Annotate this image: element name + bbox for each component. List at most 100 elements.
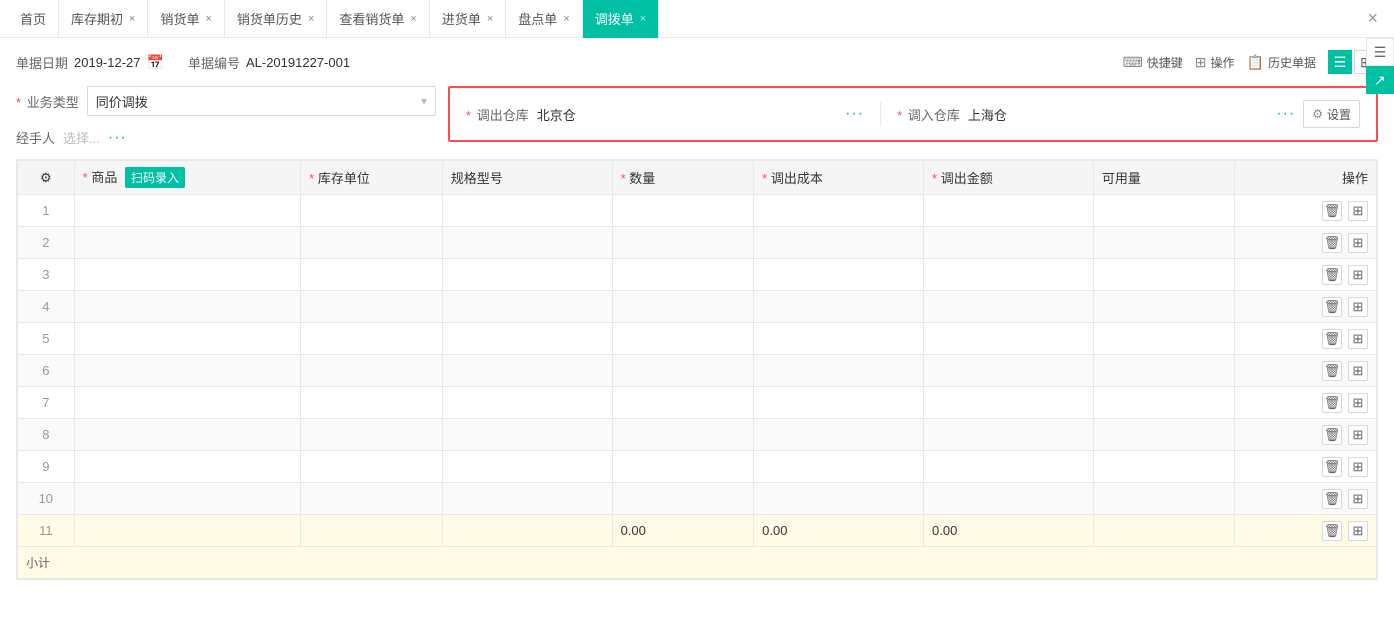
row-spec-cell[interactable]	[442, 291, 612, 323]
row-unit-cell[interactable]	[301, 291, 443, 323]
row-cost-cell[interactable]	[754, 419, 924, 451]
row-qty-cell[interactable]	[612, 483, 754, 515]
tab-inventory-close[interactable]: ×	[563, 13, 569, 25]
row-copy-icon[interactable]: ⊞	[1348, 425, 1368, 445]
global-close-button[interactable]: ×	[1359, 8, 1386, 29]
row-amount-cell[interactable]	[924, 291, 1094, 323]
row-qty-cell[interactable]	[612, 195, 754, 227]
tab-inventory[interactable]: 盘点单 ×	[506, 0, 582, 38]
row-spec-cell[interactable]	[442, 483, 612, 515]
row-product-cell[interactable]	[74, 195, 301, 227]
row-delete-icon[interactable]: 🗑	[1322, 201, 1342, 221]
row-delete-icon[interactable]: 🗑	[1322, 489, 1342, 509]
tab-stock-init[interactable]: 库存期初 ×	[59, 0, 148, 38]
row-qty-cell[interactable]	[612, 419, 754, 451]
row-amount-cell[interactable]	[924, 259, 1094, 291]
tab-transfer[interactable]: 调拨单 ×	[583, 0, 659, 38]
row-copy-icon[interactable]: ⊞	[1348, 233, 1368, 253]
row-copy-icon[interactable]: ⊞	[1348, 201, 1368, 221]
row-copy-icon[interactable]: ⊞	[1348, 297, 1368, 317]
shortcut-button[interactable]: ⌨ 快捷键	[1123, 54, 1183, 71]
row-delete-icon[interactable]: 🗑	[1322, 265, 1342, 285]
row-amount-cell[interactable]	[924, 483, 1094, 515]
row-copy-icon[interactable]: ⊞	[1348, 489, 1368, 509]
row-delete-icon[interactable]: 🗑	[1322, 233, 1342, 253]
row-cost-cell[interactable]	[754, 355, 924, 387]
row-copy-icon[interactable]: ⊞	[1348, 457, 1368, 477]
tab-purchase-close[interactable]: ×	[487, 13, 493, 25]
row-unit-cell[interactable]	[301, 259, 443, 291]
row-unit-cell[interactable]	[301, 323, 443, 355]
row-delete-icon[interactable]: 🗑	[1322, 361, 1342, 381]
row-spec-cell[interactable]	[442, 451, 612, 483]
row-unit-cell[interactable]	[301, 387, 443, 419]
tab-view-sales[interactable]: 查看销货单 ×	[327, 0, 429, 38]
row-product-cell[interactable]	[74, 227, 301, 259]
row-cost-cell[interactable]	[754, 227, 924, 259]
row-copy-icon[interactable]: ⊞	[1348, 265, 1368, 285]
row-unit-cell[interactable]	[301, 419, 443, 451]
row-product-cell[interactable]	[74, 387, 301, 419]
row-spec-cell[interactable]	[442, 419, 612, 451]
row-cost-cell[interactable]	[754, 323, 924, 355]
row-cost-cell[interactable]	[754, 291, 924, 323]
business-type-select[interactable]: 同价调拨 ▾	[87, 86, 436, 116]
row-qty-cell[interactable]	[612, 291, 754, 323]
row-cost-cell[interactable]	[754, 195, 924, 227]
col-gear[interactable]: ⚙	[18, 161, 75, 195]
warehouse-out-more-button[interactable]: ···	[845, 105, 864, 123]
row-cost-cell[interactable]	[754, 387, 924, 419]
row-qty-cell[interactable]	[612, 227, 754, 259]
row-unit-cell[interactable]	[301, 195, 443, 227]
row-delete-icon[interactable]: 🗑	[1322, 425, 1342, 445]
row-delete-icon[interactable]: 🗑	[1322, 457, 1342, 477]
row-spec-cell[interactable]	[442, 195, 612, 227]
warehouse-in-more-button[interactable]: ···	[1276, 105, 1295, 123]
tab-sales-history-close[interactable]: ×	[308, 13, 314, 25]
tab-home[interactable]: 首页	[8, 0, 59, 38]
row-delete-icon[interactable]: 🗑	[1322, 329, 1342, 349]
row-product-cell[interactable]	[74, 259, 301, 291]
row-delete-icon[interactable]: 🗑	[1322, 297, 1342, 317]
row-qty-cell[interactable]	[612, 387, 754, 419]
row-cost-cell[interactable]	[754, 451, 924, 483]
tab-sales-order-close[interactable]: ×	[205, 13, 211, 25]
row-product-cell[interactable]	[74, 451, 301, 483]
tab-purchase[interactable]: 进货单 ×	[430, 0, 506, 38]
row-unit-cell[interactable]	[301, 355, 443, 387]
operations-button[interactable]: ⊞ 操作	[1195, 54, 1235, 71]
row-amount-cell[interactable]	[924, 355, 1094, 387]
tab-stock-init-close[interactable]: ×	[129, 13, 135, 25]
row-product-cell[interactable]	[74, 355, 301, 387]
row-qty-cell[interactable]	[612, 355, 754, 387]
row-delete-icon[interactable]: 🗑	[1322, 521, 1342, 541]
row-product-cell[interactable]	[74, 483, 301, 515]
row-amount-cell[interactable]	[924, 451, 1094, 483]
row-spec-cell[interactable]	[442, 387, 612, 419]
tab-view-sales-close[interactable]: ×	[410, 13, 416, 25]
row-unit-cell[interactable]	[301, 227, 443, 259]
row-spec-cell[interactable]	[442, 227, 612, 259]
calendar-icon[interactable]: 📅	[147, 54, 164, 71]
row-delete-icon[interactable]: 🗑	[1322, 393, 1342, 413]
row-cost-cell[interactable]	[754, 483, 924, 515]
row-spec-cell[interactable]	[442, 355, 612, 387]
history-button[interactable]: 📋 历史单据	[1247, 54, 1316, 71]
row-amount-cell[interactable]	[924, 419, 1094, 451]
handler-placeholder[interactable]: 选择...	[63, 128, 100, 147]
row-cost-cell[interactable]	[754, 259, 924, 291]
settings-button[interactable]: ⚙ 设置	[1303, 100, 1360, 128]
row-product-cell[interactable]	[74, 291, 301, 323]
row-product-cell[interactable]	[74, 323, 301, 355]
row-unit-cell[interactable]	[301, 451, 443, 483]
row-amount-cell[interactable]	[924, 195, 1094, 227]
row-qty-cell[interactable]	[612, 323, 754, 355]
row-spec-cell[interactable]	[442, 323, 612, 355]
row-amount-cell[interactable]	[924, 323, 1094, 355]
row-copy-icon[interactable]: ⊞	[1348, 329, 1368, 349]
row-qty-cell[interactable]	[612, 451, 754, 483]
side-list-button[interactable]: ☰	[1366, 38, 1394, 66]
row-qty-cell[interactable]	[612, 259, 754, 291]
scan-button[interactable]: 扫码录入	[125, 167, 185, 188]
handler-more-button[interactable]: ···	[108, 129, 127, 147]
